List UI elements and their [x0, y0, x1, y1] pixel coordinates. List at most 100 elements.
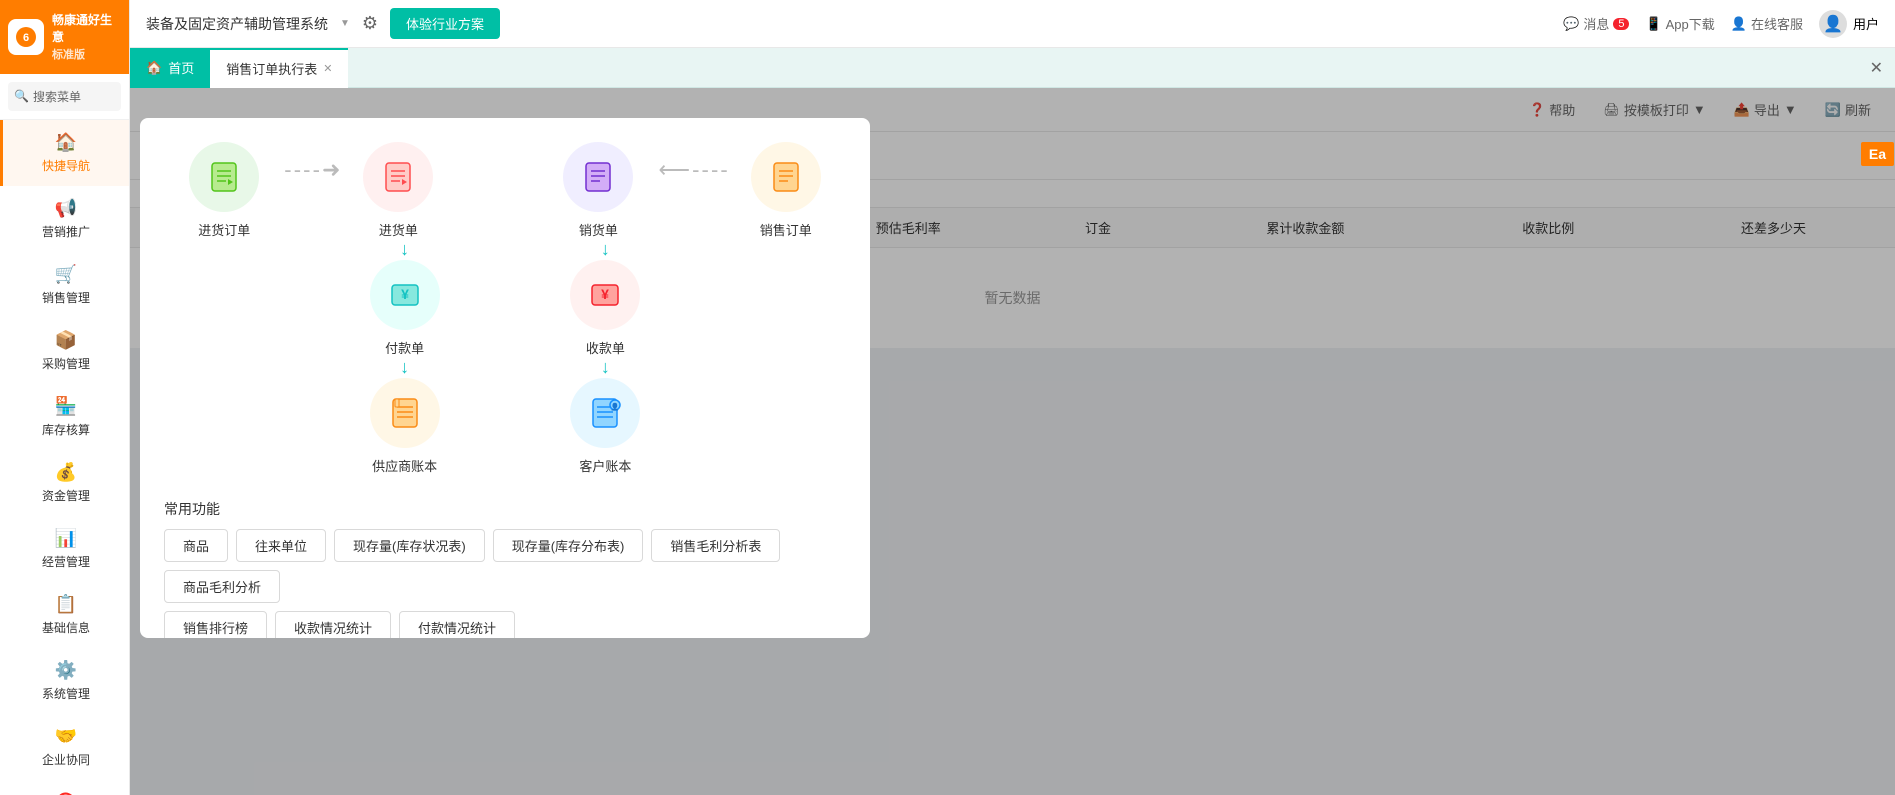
content-area: ❓ 帮助 🖨 按模板打印 ▼ 📤 导出 ▼ 🔄 刷新	[130, 88, 1895, 795]
svg-text:¥: ¥	[601, 286, 609, 302]
func-btn-receipt-stat[interactable]: 收款情况统计	[275, 611, 391, 638]
search-menu-button[interactable]: 🔍 搜索菜单	[8, 82, 121, 111]
sidebar-item-finance-label: 资金管理	[42, 487, 90, 504]
sidebar-item-quick[interactable]: 🏠 快捷导航	[0, 120, 129, 186]
basic-icon: 📋	[55, 594, 77, 615]
settings-gear-icon[interactable]: ⚙	[362, 13, 378, 34]
func-btn-partner[interactable]: 往来单位	[236, 529, 326, 562]
operation-icon: 📊	[55, 528, 77, 549]
system-title: 装备及固定资产辅助管理系统	[146, 14, 328, 34]
quick-nav-icon: 🏠	[55, 132, 77, 153]
sidebar-item-purchase-label: 采购管理	[42, 355, 90, 372]
sidebar-item-inventory-label: 库存核算	[42, 421, 90, 438]
sidebar-item-marketing[interactable]: 📢 营销推广	[0, 186, 129, 252]
app-download-icon: 📱	[1645, 16, 1661, 32]
sidebar-item-sales-label: 销售管理	[42, 289, 90, 306]
message-icon: 💬	[1563, 16, 1579, 32]
arrow-purchase-order-to-bill: - - - - ➜	[284, 157, 338, 225]
sales-order-label: 销售订单	[760, 220, 812, 239]
search-menu-label: 搜索菜单	[33, 88, 81, 105]
func-btn-payment-stat[interactable]: 付款情况统计	[399, 611, 515, 638]
app-download-action[interactable]: 📱 App下载	[1645, 14, 1714, 33]
tab-close-button[interactable]: ✕	[323, 62, 332, 75]
sidebar-logo: 6 畅康通好生意 标准版	[0, 0, 129, 74]
purchase-order-icon	[189, 142, 259, 212]
svg-text:👤: 👤	[611, 402, 620, 411]
common-functions-section: 常用功能 商品 往来单位 现存量(库存状况表) 现存量(库存分布表) 销售毛利分…	[164, 499, 846, 638]
app-download-label: App下载	[1666, 14, 1715, 33]
sidebar-item-operation[interactable]: 📊 经营管理	[0, 516, 129, 582]
sidebar: 6 畅康通好生意 标准版 🔍 搜索菜单 🏠 快捷导航 📢 营销推广 �	[0, 0, 130, 795]
flow-row-3: 供应商账本	[164, 378, 846, 475]
tab-home-label: 首页	[168, 58, 194, 77]
logo-sub: 标准版	[52, 46, 121, 62]
common-func-title: 常用功能	[164, 499, 846, 519]
purchase-icon: 📦	[55, 330, 77, 351]
inventory-icon: 🏪	[55, 396, 77, 417]
finance-icon: 💰	[55, 462, 77, 483]
sidebar-nav: 🏠 快捷导航 📢 营销推广 🛒 销售管理 📦 采购管理 🏪 库存核算 💰	[0, 120, 129, 795]
func-btn-stock-dist[interactable]: 现存量(库存分布表)	[493, 529, 644, 562]
sidebar-item-enterprise[interactable]: 🤝 企业协同	[0, 714, 129, 780]
quick-nav-modal: 进货订单 - - - - ➜	[140, 118, 870, 638]
flow-diagram: 进货订单 - - - - ➜	[164, 142, 846, 475]
v-arrow-payment: ↓	[345, 357, 465, 378]
user-avatar: 👤	[1819, 10, 1847, 38]
ea-badge: Ea	[1861, 142, 1894, 166]
func-buttons-row2: 销售排行榜 收款情况统计 付款情况统计	[164, 611, 846, 638]
sidebar-item-system[interactable]: ⚙️ 系统管理	[0, 648, 129, 714]
tab-home[interactable]: 🏠 首页	[130, 48, 210, 88]
func-btn-goods[interactable]: 商品	[164, 529, 228, 562]
sidebar-item-enterprise-label: 企业协同	[42, 751, 90, 768]
sidebar-search-area: 🔍 搜索菜单	[0, 74, 129, 120]
enterprise-icon: 🤝	[55, 726, 77, 747]
svg-text:6: 6	[23, 32, 29, 44]
message-label: 消息	[1583, 14, 1609, 33]
purchase-bill-label: 进货单	[379, 220, 418, 239]
func-buttons-row1: 商品 往来单位 现存量(库存状况表) 现存量(库存分布表) 销售毛利分析表 商品…	[164, 529, 846, 603]
customer-ledger-label: 客户账本	[579, 456, 631, 475]
arrow-sales-order-to-bill: ⟵ - - - -	[658, 157, 725, 225]
modal-overlay[interactable]: 进货订单 - - - - ➜	[130, 88, 1895, 795]
flow-node-customer-ledger[interactable]: 👤 客户账本	[545, 378, 665, 475]
flow-node-sales-bill[interactable]: 销货单	[538, 142, 658, 239]
sidebar-item-newuser[interactable]: 🎯 新手引导	[0, 780, 129, 795]
purchase-bill-icon	[363, 142, 433, 212]
flow-node-purchase-bill[interactable]: 进货单	[338, 142, 458, 239]
svg-text:¥: ¥	[401, 286, 409, 302]
user-area[interactable]: 👤 用户	[1819, 10, 1879, 38]
sidebar-item-basic[interactable]: 📋 基础信息	[0, 582, 129, 648]
newuser-icon: 🎯	[55, 792, 77, 795]
func-btn-sales-rank[interactable]: 销售排行榜	[164, 611, 267, 638]
service-icon: 👤	[1731, 16, 1747, 32]
topbar-actions: 💬 消息 5 📱 App下载 👤 在线客服 👤 用户	[1563, 10, 1879, 38]
search-icon: 🔍	[14, 89, 29, 103]
receipt-label: 收款单	[586, 338, 625, 357]
sidebar-item-inventory[interactable]: 🏪 库存核算	[0, 384, 129, 450]
sales-bill-label: 销货单	[579, 220, 618, 239]
func-btn-sales-profit[interactable]: 销售毛利分析表	[651, 529, 780, 562]
func-btn-stock-status[interactable]: 现存量(库存状况表)	[334, 529, 485, 562]
sales-bill-icon	[563, 142, 633, 212]
user-label: 用户	[1853, 14, 1879, 33]
tab-sales-order-exec[interactable]: 销售订单执行表 ✕	[210, 48, 348, 88]
sidebar-item-purchase[interactable]: 📦 采购管理	[0, 318, 129, 384]
payment-icon: ¥	[370, 260, 440, 330]
home-icon: 🏠	[146, 60, 162, 76]
message-action[interactable]: 💬 消息 5	[1563, 14, 1629, 33]
try-industry-button[interactable]: 体验行业方案	[390, 8, 500, 39]
online-service-action[interactable]: 👤 在线客服	[1731, 14, 1803, 33]
flow-node-payment[interactable]: ¥ 付款单	[345, 260, 465, 357]
sidebar-item-quick-label: 快捷导航	[42, 157, 90, 174]
v-arrow-receipt: ↓	[545, 357, 665, 378]
sidebar-item-finance[interactable]: 💰 资金管理	[0, 450, 129, 516]
flow-node-supplier-ledger[interactable]: 供应商账本	[345, 378, 465, 475]
tab-bar-close-button[interactable]: ✕	[1870, 58, 1883, 78]
flow-node-receipt[interactable]: ¥ 收款单	[545, 260, 665, 357]
flow-row-arrows-1: ↓ ↓	[164, 239, 846, 260]
func-btn-goods-profit[interactable]: 商品毛利分析	[164, 570, 280, 603]
sidebar-item-sales[interactable]: 🛒 销售管理	[0, 252, 129, 318]
flow-node-sales-order[interactable]: 销售订单	[726, 142, 846, 239]
flow-node-purchase-order[interactable]: 进货订单	[164, 142, 284, 239]
online-service-label: 在线客服	[1751, 14, 1803, 33]
